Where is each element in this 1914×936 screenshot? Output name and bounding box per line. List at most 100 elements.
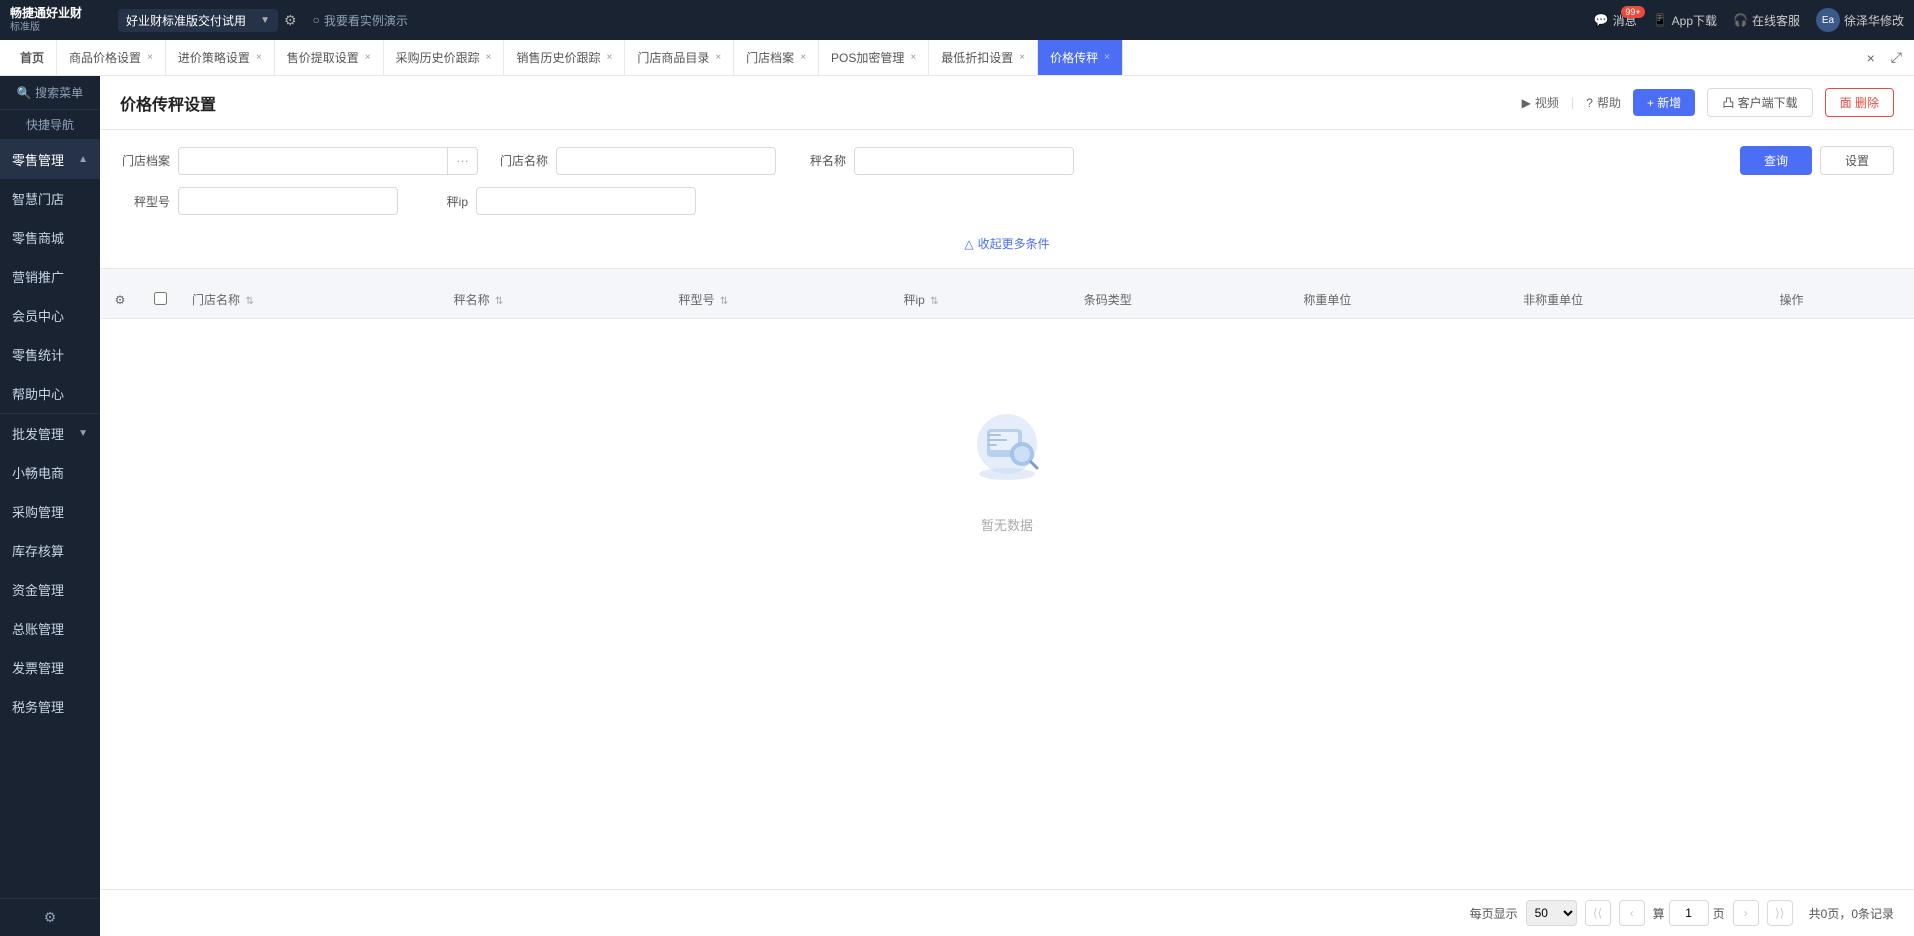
sort-icon-scale-model[interactable]: ⇅ (720, 296, 728, 307)
sidebar-item-help-center[interactable]: 帮助中心 (0, 374, 100, 413)
tab-pos-manage-close[interactable]: × (910, 52, 916, 63)
set-button[interactable]: 设置 (1820, 146, 1894, 175)
tab-purchase-strategy[interactable]: 进价策略设置 × (166, 40, 275, 76)
page-number-input[interactable] (1669, 900, 1709, 926)
sidebar-item-purchase-mgmt[interactable]: 采购管理 (0, 492, 100, 531)
store-profile-label: 门店档案 (120, 152, 170, 169)
app-download-btn[interactable]: 📱 App下载 (1653, 12, 1717, 29)
tab-commodity-price[interactable]: 商品价格设置 × (57, 40, 166, 76)
scale-name-input[interactable] (854, 147, 1074, 175)
online-service-btn[interactable]: 🎧 在线客服 (1733, 12, 1800, 29)
chevron-down-icon: ▼ (78, 428, 88, 439)
sort-icon-scale-ip[interactable]: ⇅ (930, 296, 938, 307)
table-header-row: ⚙ 门店名称 ⇅ 秤名称 ⇅ 秤型号 ⇅ (100, 281, 1914, 319)
messages-badge: 99+ (1621, 6, 1644, 18)
sidebar-search[interactable]: 🔍 搜索菜单 (0, 76, 100, 110)
tab-price-scale-label: 价格传秤 (1050, 49, 1098, 66)
sidebar-quick-nav[interactable]: 快捷导航 (0, 110, 100, 140)
store-name-input[interactable] (556, 147, 776, 175)
tab-close-all-icon[interactable]: × (1863, 46, 1879, 70)
sidebar-item-general-ledger-label: 总账管理 (12, 619, 64, 638)
user-name: 徐泽华修改 (1844, 12, 1904, 29)
tab-store-profile[interactable]: 门店档案 × (734, 40, 819, 76)
sidebar-item-retail-stats[interactable]: 零售统计 (0, 335, 100, 374)
collapse-btn[interactable]: △ 收起更多条件 (956, 231, 1057, 256)
last-page-btn[interactable]: ⟩⟩ (1767, 900, 1793, 926)
page-size-select[interactable]: 10 20 50 100 (1526, 900, 1577, 926)
tab-store-catalog[interactable]: 门店商品目录 × (625, 40, 734, 76)
version-selector[interactable]: 好业财标准版交付试用 ▼ (118, 9, 278, 32)
sidebar-item-smart-store[interactable]: 智慧门店 (0, 179, 100, 218)
sidebar-item-retail-mgmt[interactable]: 零售管理 ▲ (0, 140, 100, 179)
user-info[interactable]: Ea 徐泽华修改 (1816, 8, 1904, 32)
store-profile-input[interactable] (179, 148, 447, 174)
collapse-icon: △ (964, 237, 973, 251)
th-operation: 操作 (1767, 281, 1914, 319)
tab-price-scale[interactable]: 价格传秤 × (1038, 40, 1123, 76)
tab-store-catalog-close[interactable]: × (715, 52, 721, 63)
tab-sales-history-close[interactable]: × (606, 52, 612, 63)
sidebar-item-marketing-label: 营销推广 (12, 267, 64, 286)
next-page-btn[interactable]: › (1733, 900, 1759, 926)
logo-area: 畅捷通好业财 标准版 (10, 6, 110, 35)
sidebar-item-fund-mgmt[interactable]: 资金管理 (0, 570, 100, 609)
tab-pos-manage[interactable]: POS加密管理 × (819, 40, 929, 76)
sidebar-search-label: 搜索菜单 (35, 86, 83, 100)
tab-store-profile-close[interactable]: × (800, 52, 806, 63)
sidebar-item-retail-mall[interactable]: 零售商城 (0, 218, 100, 257)
gear-icon[interactable]: ⚙ (44, 909, 57, 925)
sidebar-item-tax-mgmt[interactable]: 税务管理 (0, 687, 100, 726)
messages-btn[interactable]: 💬 消息 99+ (1594, 12, 1637, 29)
help-icon: ? (1586, 96, 1593, 110)
th-weight-unit: 称重单位 (1291, 281, 1511, 319)
tab-purchase-strategy-close[interactable]: × (256, 52, 262, 63)
sort-icon-store-name[interactable]: ⇅ (245, 296, 253, 307)
sidebar-item-general-ledger[interactable]: 总账管理 (0, 609, 100, 648)
sidebar-item-marketing[interactable]: 营销推广 (0, 257, 100, 296)
sidebar-item-inventory[interactable]: 库存核算 (0, 531, 100, 570)
sidebar-item-member-center[interactable]: 会员中心 (0, 296, 100, 335)
column-settings-icon[interactable]: ⚙ (115, 293, 126, 307)
content-area: 价格传秤设置 ▶ 视频 | ? 帮助 + 新增 凸 客户端下载 面 (100, 76, 1914, 936)
tab-min-discount-close[interactable]: × (1019, 52, 1025, 63)
phone-icon: 📱 (1653, 13, 1668, 27)
video-link[interactable]: ▶ 视频 (1522, 94, 1559, 111)
scale-ip-input[interactable] (476, 187, 696, 215)
separator: | (1571, 95, 1574, 110)
select-all-checkbox[interactable] (154, 292, 167, 305)
tab-min-discount[interactable]: 最低折扣设置 × (929, 40, 1038, 76)
sort-icon-scale-name[interactable]: ⇅ (495, 296, 503, 307)
sidebar-item-batch-mgmt[interactable]: 批发管理 ▼ (0, 414, 100, 453)
prev-page-btn[interactable]: ‹ (1619, 900, 1645, 926)
page-total-info: 共0页，0条记录 (1809, 905, 1894, 922)
settings-icon[interactable]: ⚙ (284, 12, 297, 29)
scale-model-label: 秤型号 (120, 193, 170, 210)
page-actions: ▶ 视频 | ? 帮助 + 新增 凸 客户端下载 面 删除 (1522, 88, 1894, 117)
tab-sales-history[interactable]: 销售历史价跟踪 × (504, 40, 625, 76)
delete-button[interactable]: 面 删除 (1825, 88, 1894, 117)
tab-purchase-history-close[interactable]: × (486, 52, 492, 63)
page-label: 算 (1653, 905, 1665, 922)
tab-purchase-strategy-label: 进价策略设置 (178, 49, 250, 66)
tab-home-label: 首页 (20, 49, 44, 66)
tab-store-profile-label: 门店档案 (746, 49, 794, 66)
tab-expand-icon[interactable]: ⤢ (1887, 45, 1906, 70)
tab-commodity-price-close[interactable]: × (147, 52, 153, 63)
tab-sale-price[interactable]: 售价提取设置 × (275, 40, 384, 76)
add-button[interactable]: + 新增 (1633, 89, 1695, 116)
filter-row-1: 门店档案 ··· 门店名称 秤名称 查询 (120, 146, 1894, 175)
search-button[interactable]: 查询 (1740, 146, 1812, 175)
sidebar-item-small-commerce[interactable]: 小畅电商 (0, 453, 100, 492)
tab-purchase-history[interactable]: 采购历史价跟踪 × (384, 40, 505, 76)
sidebar-item-invoice-mgmt[interactable]: 发票管理 (0, 648, 100, 687)
ellipsis-icon[interactable]: ··· (447, 148, 477, 174)
search-icon: 🔍 (17, 86, 32, 100)
tab-price-scale-close[interactable]: × (1104, 52, 1110, 63)
help-link[interactable]: ? 帮助 (1586, 94, 1621, 111)
scale-model-input[interactable] (178, 187, 398, 215)
download-button[interactable]: 凸 客户端下载 (1707, 88, 1812, 117)
tab-sale-price-close[interactable]: × (365, 52, 371, 63)
demo-link[interactable]: ○ 我要看实例演示 (313, 12, 408, 29)
tab-home[interactable]: 首页 (8, 40, 57, 76)
first-page-btn[interactable]: ⟨⟨ (1585, 900, 1611, 926)
